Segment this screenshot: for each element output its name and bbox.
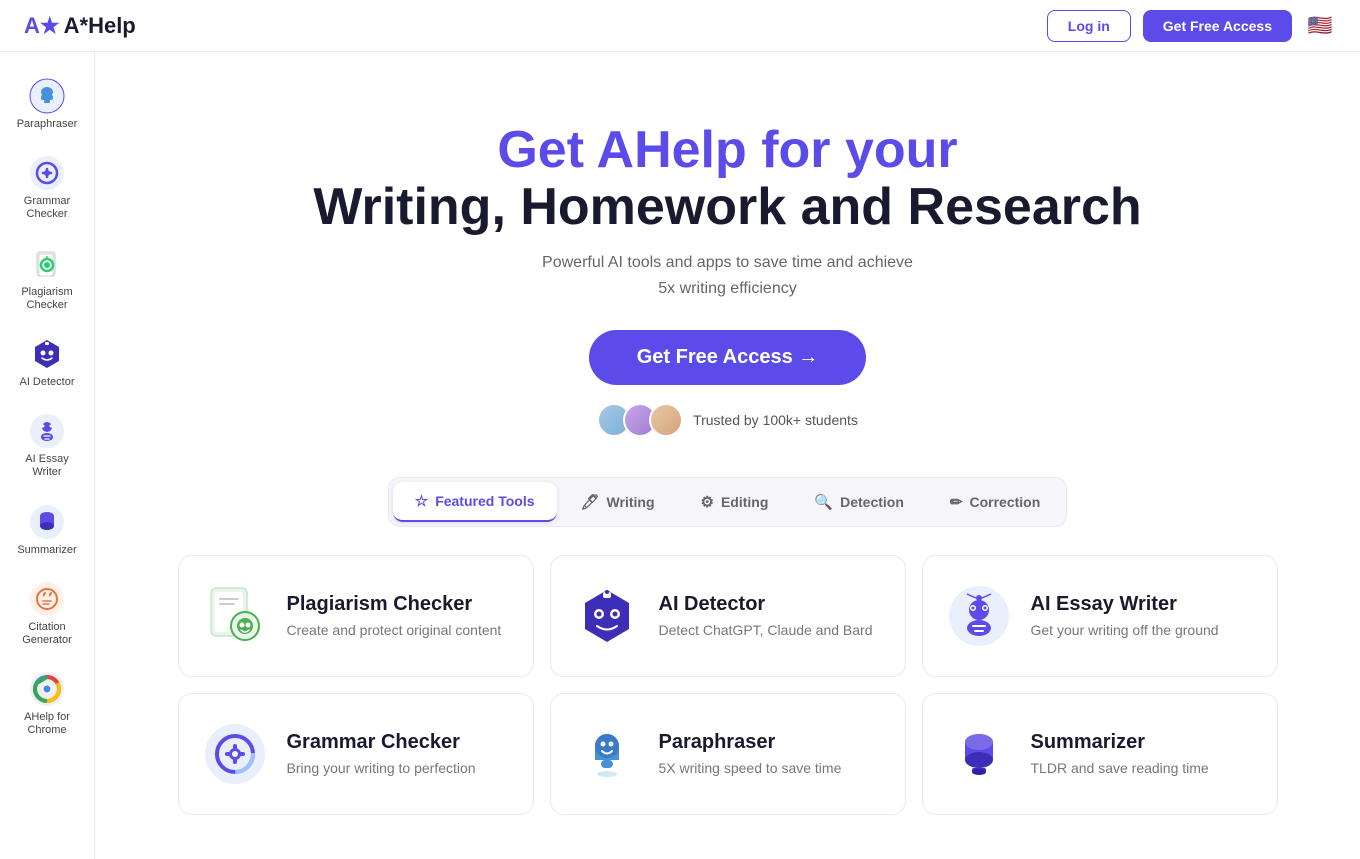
- citation-icon: [29, 581, 65, 617]
- summarizer-icon: [29, 504, 65, 540]
- sidebar-item-ai-detector[interactable]: AI Detector: [7, 326, 87, 399]
- chrome-icon: [29, 671, 65, 707]
- hero-cta-button[interactable]: Get Free Access →: [589, 330, 867, 385]
- grammar-card-icon: [203, 722, 267, 786]
- login-button[interactable]: Log in: [1047, 10, 1131, 42]
- ai-detector-card-title: AI Detector: [659, 593, 873, 616]
- grammar-card-title: Grammar Checker: [287, 731, 476, 754]
- main-content: Get AHelp for your Writing, Homework and…: [95, 52, 1360, 859]
- essay-card-title: AI Essay Writer: [1031, 593, 1219, 616]
- detection-tab-icon: 🔍: [814, 493, 833, 511]
- hero-section: Get AHelp for your Writing, Homework and…: [135, 92, 1320, 477]
- writing-tab-label: Writing: [607, 494, 655, 510]
- tools-grid: Plagiarism Checker Create and protect or…: [178, 555, 1278, 815]
- essay-icon: [29, 413, 65, 449]
- logo-text: A*Help: [64, 13, 136, 39]
- featured-tab-icon: ☆: [415, 492, 428, 510]
- editing-tab-label: Editing: [721, 494, 768, 510]
- sidebar-label-paraphraser: Paraphraser: [17, 118, 78, 131]
- featured-tab-label: Featured Tools: [435, 493, 534, 509]
- summarizer-card-desc: TLDR and save reading time: [1031, 760, 1209, 776]
- essay-card-desc: Get your writing off the ground: [1031, 622, 1219, 638]
- tab-detection[interactable]: 🔍 Detection: [792, 482, 925, 522]
- trust-text: Trusted by 100k+ students: [693, 412, 858, 428]
- sidebar-item-ai-essay-writer[interactable]: AI Essay Writer: [7, 403, 87, 489]
- sidebar-item-ahelp-chrome[interactable]: AHelp for Chrome: [7, 661, 87, 747]
- essay-card-icon: [947, 584, 1011, 648]
- sidebar-label-ahelp-chrome: AHelp for Chrome: [11, 711, 83, 737]
- sidebar-label-grammar-checker: Grammar Checker: [11, 195, 83, 221]
- paraphraser-card-icon: [575, 722, 639, 786]
- header: A★A*Help Log in Get Free Access 🇺🇸: [0, 0, 1360, 52]
- summarizer-card-title: Summarizer: [1031, 731, 1209, 754]
- language-flag[interactable]: 🇺🇸: [1304, 10, 1336, 42]
- hero-trust: Trusted by 100k+ students: [155, 403, 1300, 437]
- sidebar-label-citation-generator: Citation Generator: [11, 621, 83, 647]
- correction-tab-label: Correction: [969, 494, 1040, 510]
- tool-card-summarizer[interactable]: Summarizer TLDR and save reading time: [922, 693, 1278, 815]
- tool-card-paraphraser[interactable]: Paraphraser 5X writing speed to save tim…: [550, 693, 906, 815]
- sidebar-item-plagiarism-checker[interactable]: Plagiarism Checker: [7, 236, 87, 322]
- paraphraser-card-text: Paraphraser 5X writing speed to save tim…: [659, 731, 842, 776]
- paraphraser-icon: [29, 78, 65, 114]
- trust-avatar-3: [649, 403, 683, 437]
- hero-subtitle: Powerful AI tools and apps to save time …: [155, 250, 1300, 301]
- logo-star: A★: [24, 13, 60, 39]
- tabs: ☆ Featured Tools 🖊 Writing ⚙ Editing 🔍 D…: [388, 477, 1068, 527]
- sidebar-label-plagiarism-checker: Plagiarism Checker: [11, 286, 83, 312]
- essay-card-text: AI Essay Writer Get your writing off the…: [1031, 593, 1219, 638]
- sidebar-item-grammar-checker[interactable]: Grammar Checker: [7, 145, 87, 231]
- ai-detector-card-text: AI Detector Detect ChatGPT, Claude and B…: [659, 593, 873, 638]
- summarizer-card-text: Summarizer TLDR and save reading time: [1031, 731, 1209, 776]
- sidebar-label-summarizer: Summarizer: [17, 544, 76, 557]
- tool-card-plagiarism-checker[interactable]: Plagiarism Checker Create and protect or…: [178, 555, 534, 677]
- header-actions: Log in Get Free Access 🇺🇸: [1047, 10, 1336, 42]
- plagiarism-card-text: Plagiarism Checker Create and protect or…: [287, 593, 502, 638]
- ai-detector-sidebar-icon: [29, 336, 65, 372]
- grammar-card-desc: Bring your writing to perfection: [287, 760, 476, 776]
- sidebar: Paraphraser Grammar Checker Plagia: [0, 52, 95, 859]
- plagiarism-icon: [29, 246, 65, 282]
- tabs-container: ☆ Featured Tools 🖊 Writing ⚙ Editing 🔍 D…: [135, 477, 1320, 527]
- logo[interactable]: A★A*Help: [24, 13, 136, 39]
- tab-writing[interactable]: 🖊 Writing: [559, 482, 677, 522]
- summarizer-card-icon: [947, 722, 1011, 786]
- paraphraser-card-title: Paraphraser: [659, 731, 842, 754]
- editing-tab-icon: ⚙: [701, 493, 714, 511]
- tab-correction[interactable]: ✏ Correction: [928, 482, 1062, 522]
- detection-tab-label: Detection: [840, 494, 904, 510]
- grammar-icon: [29, 155, 65, 191]
- tab-featured[interactable]: ☆ Featured Tools: [393, 482, 557, 522]
- plagiarism-card-title: Plagiarism Checker: [287, 593, 502, 616]
- sidebar-item-paraphraser[interactable]: Paraphraser: [7, 68, 87, 141]
- paraphraser-card-desc: 5X writing speed to save time: [659, 760, 842, 776]
- tab-editing[interactable]: ⚙ Editing: [679, 482, 791, 522]
- hero-title-line2: Writing, Homework and Research: [155, 179, 1300, 236]
- sidebar-item-summarizer[interactable]: Summarizer: [7, 494, 87, 567]
- sidebar-label-ai-essay-writer: AI Essay Writer: [11, 453, 83, 479]
- trust-avatars: [597, 403, 683, 437]
- plagiarism-card-icon: [203, 584, 267, 648]
- writing-tab-icon: 🖊: [581, 493, 600, 511]
- tool-card-ai-detector[interactable]: AI Detector Detect ChatGPT, Claude and B…: [550, 555, 906, 677]
- sidebar-item-citation-generator[interactable]: Citation Generator: [7, 571, 87, 657]
- grammar-card-text: Grammar Checker Bring your writing to pe…: [287, 731, 476, 776]
- plagiarism-card-desc: Create and protect original content: [287, 622, 502, 638]
- tool-card-grammar-checker[interactable]: Grammar Checker Bring your writing to pe…: [178, 693, 534, 815]
- ai-detector-card-icon: [575, 584, 639, 648]
- ai-detector-card-desc: Detect ChatGPT, Claude and Bard: [659, 622, 873, 638]
- sidebar-label-ai-detector: AI Detector: [19, 376, 74, 389]
- correction-tab-icon: ✏: [950, 493, 963, 511]
- hero-title-line1: Get AHelp for your: [155, 122, 1300, 179]
- get-free-access-button[interactable]: Get Free Access: [1143, 10, 1292, 42]
- tool-card-ai-essay-writer[interactable]: AI Essay Writer Get your writing off the…: [922, 555, 1278, 677]
